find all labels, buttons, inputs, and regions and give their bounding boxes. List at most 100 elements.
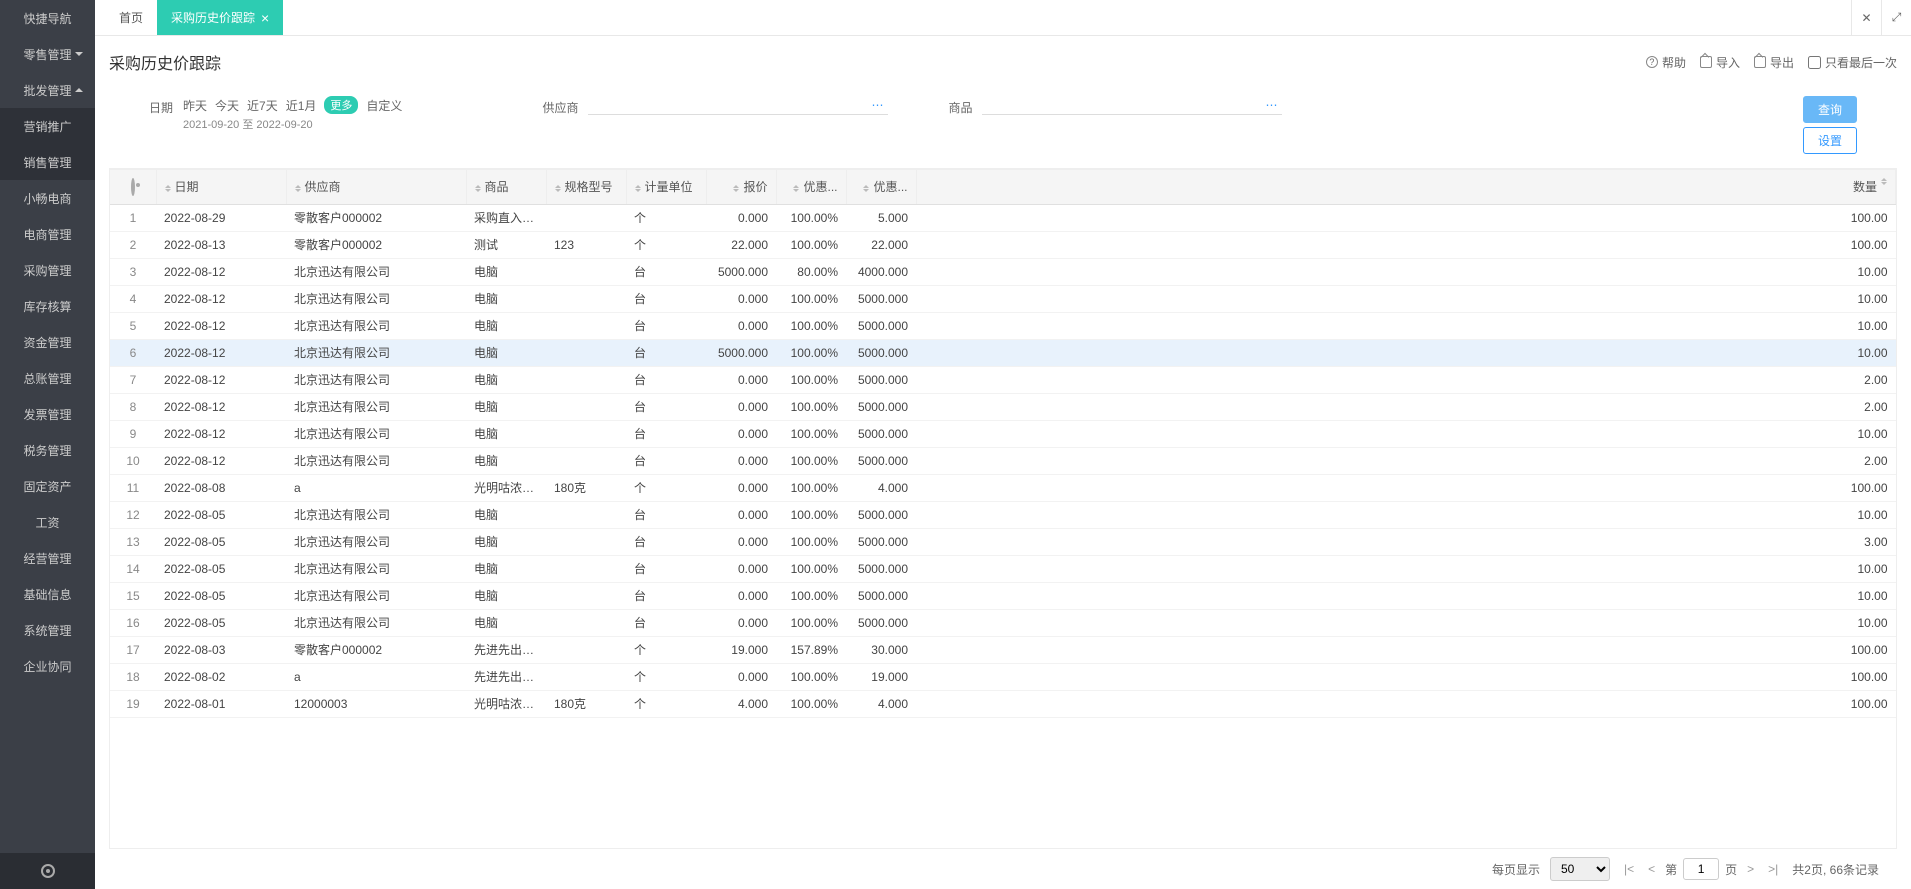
table-row[interactable]: 112022-08-08a光明咕浓咕...180克个0.000100.00%4.…	[110, 474, 1896, 501]
sidebar-item-9[interactable]: 发票管理	[0, 396, 95, 432]
last-only-checkbox[interactable]: 只看最后一次	[1808, 54, 1897, 71]
sidebar-item-5[interactable]: 采购管理	[0, 252, 95, 288]
gear-icon	[41, 864, 55, 878]
shortcut-custom[interactable]: 自定义	[366, 97, 402, 114]
filter-product-label: 商品	[948, 96, 972, 116]
product-lookup-icon[interactable]: ⋯	[1261, 98, 1282, 112]
export-icon	[1754, 56, 1766, 68]
sidebar-item-2[interactable]: 批发管理	[0, 72, 95, 108]
per-page-select[interactable]: 50	[1550, 857, 1610, 881]
shortcut-yesterday[interactable]: 昨天	[183, 97, 207, 114]
col-supplier[interactable]: 供应商	[286, 170, 466, 204]
table-row[interactable]: 62022-08-12北京迅达有限公司电脑台5000.000100.00%500…	[110, 339, 1896, 366]
filter-panel: 日期 昨天 今天 近7天 近1月 更多 自定义 2021-09-20 至 202…	[109, 86, 1897, 169]
sidebar-item-14[interactable]: 基础信息	[0, 576, 95, 612]
table-row[interactable]: 92022-08-12北京迅达有限公司电脑台0.000100.00%5000.0…	[110, 420, 1896, 447]
table-row[interactable]: 152022-08-05北京迅达有限公司电脑台0.000100.00%5000.…	[110, 582, 1896, 609]
settings-button[interactable]: 设置	[1803, 127, 1857, 154]
col-qty[interactable]: 数量	[916, 170, 1896, 204]
col-price[interactable]: 报价	[706, 170, 776, 204]
table-row[interactable]: 162022-08-05北京迅达有限公司电脑台0.000100.00%5000.…	[110, 609, 1896, 636]
table-row[interactable]: 102022-08-12北京迅达有限公司电脑台0.000100.00%5000.…	[110, 447, 1896, 474]
col-disc2[interactable]: 优惠...	[846, 170, 916, 204]
sidebar-settings[interactable]	[0, 853, 95, 889]
tabbar: 首页 采购历史价跟踪 × ✕ ⤢	[95, 0, 1911, 36]
shortcut-1month[interactable]: 近1月	[286, 97, 317, 114]
import-link[interactable]: 导入	[1700, 54, 1740, 71]
filter-date: 日期 昨天 今天 近7天 近1月 更多 自定义 2021-09-20 至 202…	[149, 96, 402, 132]
table-wrap[interactable]: 日期 供应商 商品 规格型号 计量单位 报价 优惠... 优惠... 数量 12…	[109, 169, 1897, 849]
sidebar-item-13[interactable]: 经营管理	[0, 540, 95, 576]
sidebar-item-1[interactable]: 零售管理	[0, 36, 95, 72]
tab-active-label: 采购历史价跟踪	[171, 9, 255, 26]
page-header: 采购历史价跟踪 ?帮助 导入 导出 只看最后一次	[109, 50, 1897, 74]
sidebar-item-4[interactable]: 电商管理	[0, 216, 95, 252]
table-row[interactable]: 182022-08-02a先进先出商品个0.000100.00%19.00010…	[110, 663, 1896, 690]
col-unit[interactable]: 计量单位	[626, 170, 706, 204]
sidebar-item-8[interactable]: 总账管理	[0, 360, 95, 396]
pager-last[interactable]: >|	[1764, 860, 1782, 878]
pager-page-input[interactable]	[1683, 858, 1719, 880]
table-row[interactable]: 52022-08-12北京迅达有限公司电脑台0.000100.00%5000.0…	[110, 312, 1896, 339]
help-link[interactable]: ?帮助	[1646, 54, 1686, 71]
query-button[interactable]: 查询	[1803, 96, 1857, 123]
column-settings[interactable]	[110, 170, 156, 204]
import-icon	[1700, 56, 1712, 68]
sidebar-item-7[interactable]: 资金管理	[0, 324, 95, 360]
tab-home[interactable]: 首页	[105, 0, 157, 35]
sidebar: 快捷导航零售管理批发管理营销推广销售管理小畅电商电商管理采购管理库存核算资金管理…	[0, 0, 95, 889]
fullscreen-button[interactable]: ⤢	[1881, 0, 1911, 35]
sidebar-item-15[interactable]: 系统管理	[0, 612, 95, 648]
sidebar-subitem-2-1[interactable]: 销售管理	[0, 144, 95, 180]
table-row[interactable]: 122022-08-05北京迅达有限公司电脑台0.000100.00%5000.…	[110, 501, 1896, 528]
filter-date-label: 日期	[149, 96, 173, 116]
table-row[interactable]: 82022-08-12北京迅达有限公司电脑台0.000100.00%5000.0…	[110, 393, 1896, 420]
close-all-tabs-button[interactable]: ✕	[1851, 0, 1881, 35]
pager-page-label1: 第	[1665, 861, 1677, 878]
sidebar-item-12[interactable]: 工资	[0, 504, 95, 540]
date-range-text: 2021-09-20 至 2022-09-20	[183, 116, 402, 132]
col-disc1[interactable]: 优惠...	[776, 170, 846, 204]
table-row[interactable]: 192022-08-0112000003光明咕浓咕...180克个4.00010…	[110, 690, 1896, 717]
col-date[interactable]: 日期	[156, 170, 286, 204]
col-product[interactable]: 商品	[466, 170, 546, 204]
pager-prev[interactable]: <	[1644, 860, 1659, 878]
sidebar-item-10[interactable]: 税务管理	[0, 432, 95, 468]
pager-page-label2: 页	[1725, 861, 1737, 878]
table-row[interactable]: 72022-08-12北京迅达有限公司电脑台0.000100.00%5000.0…	[110, 366, 1896, 393]
export-link[interactable]: 导出	[1754, 54, 1794, 71]
gear-icon	[131, 178, 135, 196]
shortcut-more[interactable]: 更多	[324, 96, 358, 114]
help-icon: ?	[1646, 56, 1658, 68]
shortcut-7days[interactable]: 近7天	[247, 97, 278, 114]
tab-active[interactable]: 采购历史价跟踪 ×	[157, 0, 283, 35]
table-row[interactable]: 142022-08-05北京迅达有限公司电脑台0.000100.00%5000.…	[110, 555, 1896, 582]
page-title: 采购历史价跟踪	[109, 50, 221, 74]
per-page-label: 每页显示	[1492, 861, 1540, 878]
table-row[interactable]: 12022-08-29零散客户000002采购直入直出个0.000100.00%…	[110, 204, 1896, 231]
table-row[interactable]: 42022-08-12北京迅达有限公司电脑台0.000100.00%5000.0…	[110, 285, 1896, 312]
table-row[interactable]: 32022-08-12北京迅达有限公司电脑台5000.00080.00%4000…	[110, 258, 1896, 285]
sidebar-subitem-2-0[interactable]: 营销推广	[0, 108, 95, 144]
table-row[interactable]: 172022-08-03零散客户000002先进先出商品个19.000157.8…	[110, 636, 1896, 663]
sidebar-item-3[interactable]: 小畅电商	[0, 180, 95, 216]
product-input[interactable]	[982, 96, 1257, 114]
table-header-row: 日期 供应商 商品 规格型号 计量单位 报价 优惠... 优惠... 数量	[110, 170, 1896, 204]
sidebar-item-16[interactable]: 企业协同	[0, 648, 95, 684]
pager-summary: 共2页, 66条记录	[1792, 861, 1879, 878]
supplier-lookup-icon[interactable]: ⋯	[867, 98, 888, 112]
table-row[interactable]: 132022-08-05北京迅达有限公司电脑台0.000100.00%5000.…	[110, 528, 1896, 555]
sidebar-item-0[interactable]: 快捷导航	[0, 0, 95, 36]
pager-first[interactable]: |<	[1620, 860, 1638, 878]
shortcut-today[interactable]: 今天	[215, 97, 239, 114]
tab-close-icon[interactable]: ×	[261, 10, 269, 26]
table-row[interactable]: 22022-08-13零散客户000002测试123个22.000100.00%…	[110, 231, 1896, 258]
sidebar-item-11[interactable]: 固定资产	[0, 468, 95, 504]
supplier-input[interactable]	[588, 96, 863, 114]
pager-next[interactable]: >	[1743, 860, 1758, 878]
filter-supplier-label: 供应商	[542, 96, 578, 116]
data-table: 日期 供应商 商品 规格型号 计量单位 报价 优惠... 优惠... 数量 12…	[110, 170, 1896, 718]
sidebar-item-6[interactable]: 库存核算	[0, 288, 95, 324]
col-spec[interactable]: 规格型号	[546, 170, 626, 204]
pager: 每页显示 50 |< < 第 页 > >| 共2页, 66条记录	[109, 849, 1897, 889]
